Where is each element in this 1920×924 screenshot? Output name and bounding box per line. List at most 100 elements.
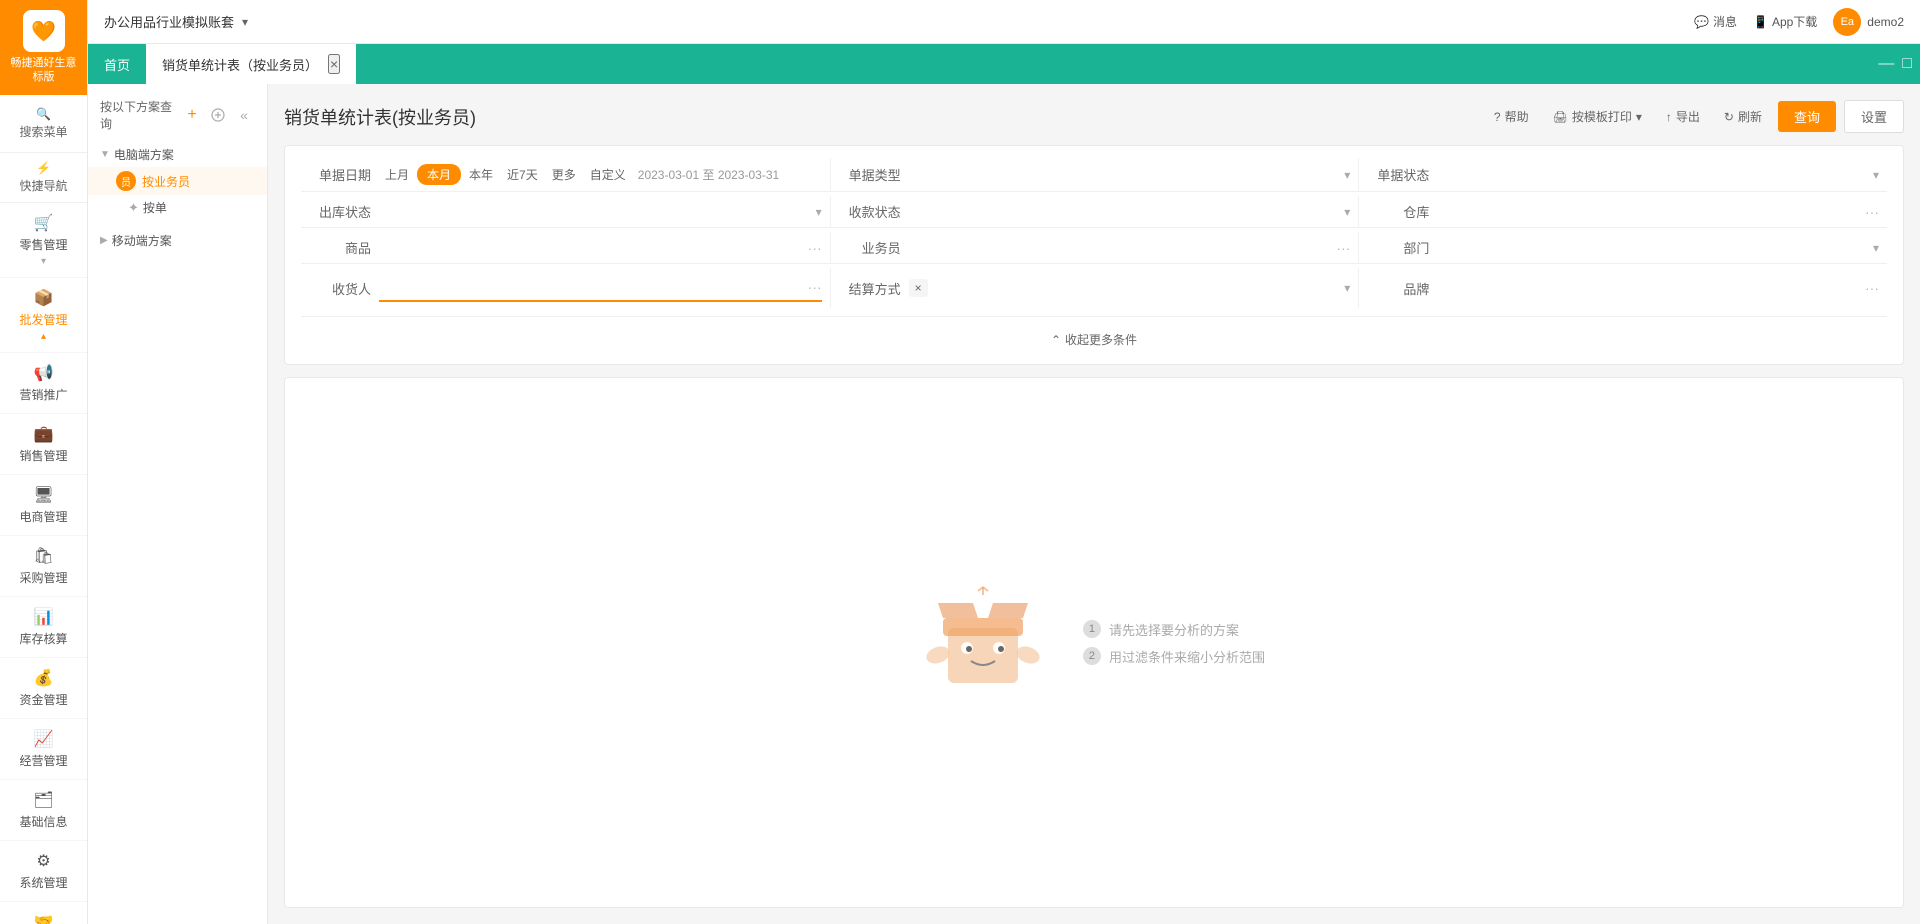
edit-icon [211, 108, 225, 122]
setting-button[interactable]: 设置 [1844, 100, 1904, 133]
sidebar-item-enterprise[interactable]: 🤝 企业协同 [0, 902, 87, 924]
date-label: 单据日期 [309, 165, 379, 184]
sidebar-item-retail[interactable]: 🛒 零售管理 ▾ [0, 203, 87, 278]
date-this-month-button[interactable]: 本月 [417, 164, 461, 185]
tree-section-mobile-label[interactable]: ▶ 移动端方案 [88, 228, 267, 253]
sidebar-item-system-label: 系统管理 [19, 874, 67, 891]
messages-label: 消息 [1713, 13, 1737, 30]
by-order-label: 按单 [143, 199, 167, 216]
user-profile-button[interactable]: Ea demo2 [1833, 8, 1904, 36]
query-button[interactable]: 查询 [1778, 101, 1836, 132]
ecommerce-icon: 🖥 [33, 485, 53, 505]
tree-child-by-staff[interactable]: 员 按业务员 [88, 167, 267, 195]
payment-status-label: 收款状态 [839, 202, 909, 221]
sidebar-item-wholesale-label: 批发管理 [19, 311, 67, 328]
tree-section-desktop-label[interactable]: ▼ 电脑端方案 [88, 142, 267, 167]
collapse-panel-button[interactable]: « [233, 104, 255, 126]
filter-cell-doc-type[interactable]: 单据类型 ▾ [830, 158, 1359, 192]
doc-type-control[interactable]: ▾ [909, 168, 1351, 182]
filter-row-2: 出库状态 ▾ 收款状态 ▾ 仓库 ··· [301, 196, 1887, 228]
quick-nav-label: 快捷导航 [19, 177, 67, 194]
print-button[interactable]: 🖨 按模板打印 ▾ [1545, 104, 1650, 129]
date-more-button[interactable]: 更多 [546, 164, 582, 185]
brand-control[interactable]: ··· [1437, 280, 1879, 296]
sidebar-item-inventory[interactable]: 📊 库存核算 [0, 597, 87, 658]
payment-status-control[interactable]: ▾ [909, 205, 1351, 219]
filter-cell-staff[interactable]: 业务员 ··· [830, 232, 1359, 264]
tree-section-desktop: ▼ 电脑端方案 员 按业务员 ✦ 按单 [88, 138, 267, 224]
chevron-down-icon: ▾ [41, 256, 46, 267]
user-initial: Ea [1841, 16, 1854, 28]
help-button[interactable]: ? 帮助 [1486, 104, 1537, 129]
app-download-button[interactable]: 📱 App下载 [1753, 13, 1817, 30]
search-menu-button[interactable]: 🔍 搜索菜单 [6, 103, 81, 144]
collapse-filters-button[interactable]: ⌃ 收起更多条件 [301, 323, 1887, 352]
staff-control[interactable]: ··· [909, 240, 1351, 256]
tab-close-button[interactable]: × [328, 54, 340, 74]
edit-scheme-button[interactable] [207, 104, 229, 126]
sidebar-item-finance[interactable]: 💰 资金管理 [0, 658, 87, 719]
doc-status-control[interactable]: ▾ [1437, 168, 1879, 182]
filter-cell-warehouse[interactable]: 仓库 ··· [1358, 196, 1887, 228]
tree-expand-icon: ▶ [100, 235, 108, 246]
left-panel: 按以下方案查询 + « ▼ 电脑端方案 [88, 84, 268, 924]
filter-cell-out-status[interactable]: 出库状态 ▾ [301, 196, 830, 228]
date-this-year-button[interactable]: 本年 [463, 164, 499, 185]
brand-label: 品牌 [1367, 279, 1437, 298]
filter-cell-brand[interactable]: 品牌 ··· [1358, 268, 1887, 308]
quick-nav-button[interactable]: ⚡ 快捷导航 [0, 153, 87, 203]
tab-home[interactable]: 首页 [88, 44, 146, 84]
tab-maximize-button[interactable]: □ [1902, 55, 1912, 73]
out-status-label: 出库状态 [309, 202, 379, 221]
header-left: 办公用品行业模拟账套 ▾ [104, 12, 248, 31]
export-button[interactable]: ↑ 导出 [1658, 104, 1708, 129]
sidebar-item-sales-label: 销售管理 [19, 447, 67, 464]
doc-status-label: 单据状态 [1367, 165, 1437, 184]
payment-method-tag: × [909, 279, 928, 297]
date-7days-button[interactable]: 近7天 [501, 164, 544, 185]
date-last-month-button[interactable]: 上月 [379, 164, 415, 185]
filter-cell-dept[interactable]: 部门 ▾ [1358, 232, 1887, 264]
refresh-button[interactable]: ↻ 刷新 [1716, 104, 1770, 129]
page-top-actions: ? 帮助 🖨 按模板打印 ▾ ↑ 导出 ↻ 刷新 [1486, 100, 1904, 133]
sidebar-item-basic[interactable]: 🗂 基础信息 [0, 780, 87, 841]
sidebar-item-wholesale[interactable]: 📦 批发管理 ▴ [0, 278, 87, 353]
receiver-control[interactable]: ··· [379, 274, 822, 302]
warehouse-control[interactable]: ··· [1437, 204, 1879, 220]
dept-control[interactable]: ▾ [1437, 241, 1879, 255]
add-scheme-button[interactable]: + [181, 104, 203, 126]
goods-control[interactable]: ··· [379, 240, 822, 256]
inventory-icon: 📊 [34, 607, 54, 627]
filter-cell-payment-status[interactable]: 收款状态 ▾ [830, 196, 1359, 228]
messages-button[interactable]: 💬 消息 [1694, 13, 1737, 30]
help-icon: ? [1494, 110, 1501, 124]
filter-cell-goods[interactable]: 商品 ··· [301, 232, 830, 264]
filter-cell-date: 单据日期 上月 本月 本年 近7天 更多 自定义 2023-03-01 至 20… [301, 158, 830, 192]
sidebar-item-ecommerce[interactable]: 🖥 电商管理 [0, 475, 87, 536]
sidebar-item-operations-label: 经营管理 [19, 752, 67, 769]
sidebar-item-sales[interactable]: 💼 销售管理 [0, 414, 87, 475]
payment-method-control[interactable]: × ▾ [909, 279, 1351, 297]
filter-collapse-section: ⌃ 收起更多条件 [301, 316, 1887, 352]
out-status-control[interactable]: ▾ [379, 205, 822, 219]
tab-minimize-button[interactable]: — [1878, 55, 1894, 73]
payment-method-chevron: ▾ [1344, 281, 1350, 295]
tree-sub-by-order[interactable]: ✦ 按单 [88, 195, 267, 220]
tip-num-1: 1 [1083, 620, 1101, 638]
filter-cell-payment-method[interactable]: 结算方式 × ▾ [830, 268, 1359, 308]
tab-sales-stats[interactable]: 销货单统计表（按业务员） × [146, 44, 356, 84]
export-label: 导出 [1676, 108, 1700, 125]
sidebar-item-operations[interactable]: 📈 经营管理 [0, 719, 87, 780]
header-title: 办公用品行业模拟账套 [104, 12, 234, 31]
date-custom-button[interactable]: 自定义 [584, 164, 632, 185]
filter-cell-receiver[interactable]: 收货人 ··· [301, 268, 830, 308]
sidebar-item-purchase[interactable]: 🛍 采购管理 [0, 536, 87, 597]
filter-row-1: 单据日期 上月 本月 本年 近7天 更多 自定义 2023-03-01 至 20… [301, 158, 1887, 192]
header-dropdown-button[interactable]: ▾ [242, 15, 248, 29]
order-icon: ✦ [128, 200, 139, 216]
phone-icon: 📱 [1753, 15, 1768, 29]
staff-label: 业务员 [839, 238, 909, 257]
filter-cell-doc-status[interactable]: 单据状态 ▾ [1358, 158, 1887, 192]
sidebar-item-system[interactable]: ⚙ 系统管理 [0, 841, 87, 902]
sidebar-item-marketing[interactable]: 📢 营销推广 [0, 353, 87, 414]
